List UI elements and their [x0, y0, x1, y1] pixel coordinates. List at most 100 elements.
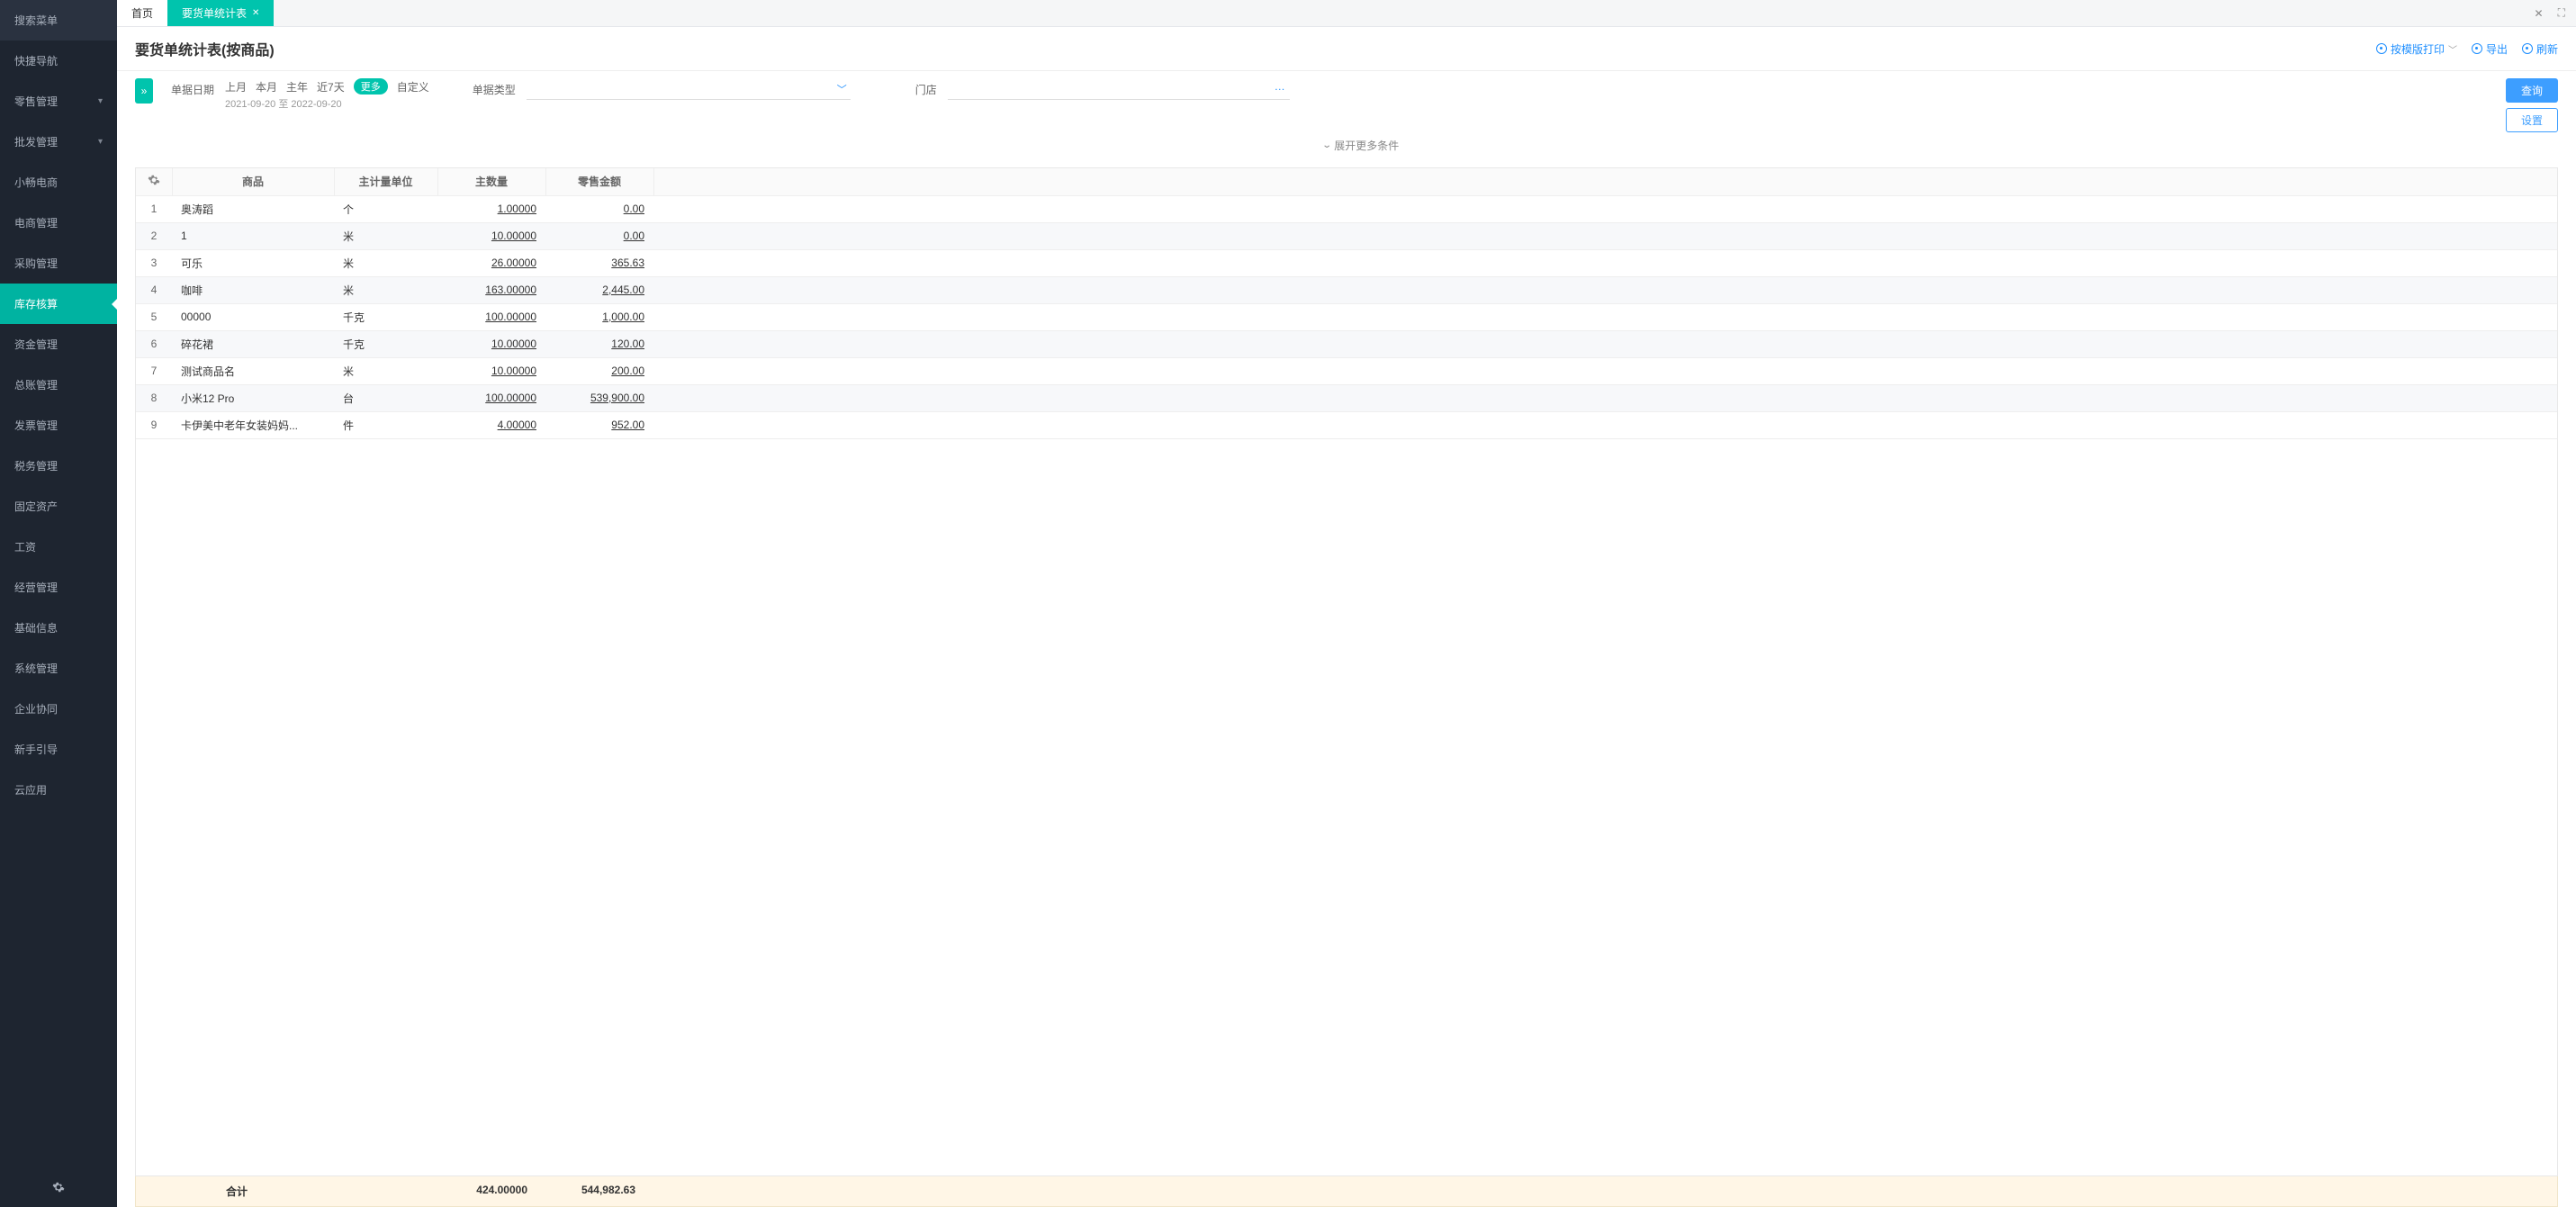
sidebar-item-8[interactable]: 资金管理 — [0, 324, 117, 365]
table-row[interactable]: 9卡伊美中老年女装妈妈...件4.00000952.00 — [136, 411, 2557, 438]
sidebar-item-15[interactable]: 基础信息 — [0, 608, 117, 648]
table-row[interactable]: 1奥涛蹈个1.000000.00 — [136, 195, 2557, 222]
cell-amount[interactable]: 0.00 — [545, 195, 653, 222]
shortcut-custom[interactable]: 自定义 — [397, 79, 429, 95]
cell-qty[interactable]: 10.00000 — [437, 222, 545, 249]
sidebar-item-2[interactable]: 零售管理 ▾ — [0, 81, 117, 122]
sidebar-item-label: 发票管理 — [14, 418, 58, 433]
gear-icon — [52, 1181, 65, 1193]
sidebar-item-19[interactable]: 云应用 — [0, 770, 117, 810]
col-gear[interactable] — [136, 168, 172, 195]
export-button[interactable]: 导出 — [2472, 41, 2508, 57]
tab-home-label: 首页 — [131, 5, 153, 21]
close-icon[interactable]: ✕ — [252, 8, 259, 18]
cell-amount[interactable]: 120.00 — [545, 330, 653, 357]
cell-amount[interactable]: 1,000.00 — [545, 303, 653, 330]
sidebar-item-9[interactable]: 总账管理 — [0, 365, 117, 405]
sidebar-item-label: 云应用 — [14, 782, 47, 797]
sidebar-item-10[interactable]: 发票管理 — [0, 405, 117, 446]
sidebar-item-4[interactable]: 小畅电商 — [0, 162, 117, 203]
cell-index: 5 — [136, 303, 172, 330]
table-row[interactable]: 4咖啡米163.000002,445.00 — [136, 276, 2557, 303]
sidebar-item-label: 采购管理 — [14, 256, 58, 271]
col-product[interactable]: 商品 — [172, 168, 334, 195]
expand-more-filters[interactable]: ⌄ 展开更多条件 — [164, 132, 2558, 158]
sidebar-item-3[interactable]: 批发管理▾ — [0, 122, 117, 162]
sidebar-item-0[interactable]: 搜索菜单 — [0, 0, 117, 41]
tab-active[interactable]: 要货单统计表 ✕ — [167, 0, 274, 26]
cell-qty[interactable]: 26.00000 — [437, 249, 545, 276]
sidebar-item-label: 企业协同 — [14, 701, 58, 716]
sidebar-item-11[interactable]: 税务管理 — [0, 446, 117, 486]
table-row[interactable]: 8小米12 Pro台100.00000539,900.00 — [136, 384, 2557, 411]
table-container: 商品 主计量单位 主数量 零售金额 1奥涛蹈个1.000000.0021米10.… — [117, 158, 2576, 1207]
cell-product: 可乐 — [172, 249, 334, 276]
ellipsis-icon[interactable]: … — [1274, 80, 1286, 93]
totals-label: 合计 — [181, 1184, 325, 1199]
col-amount[interactable]: 零售金额 — [545, 168, 653, 195]
cell-index: 9 — [136, 411, 172, 438]
settings-button[interactable]: 设置 — [2506, 108, 2558, 132]
table-row[interactable]: 3可乐米26.00000365.63 — [136, 249, 2557, 276]
sidebar-item-18[interactable]: 新手引导 — [0, 729, 117, 770]
sidebar-item-1[interactable]: 快捷导航 — [0, 41, 117, 81]
fullscreen-icon[interactable]: ⛶ — [2554, 3, 2569, 23]
tab-close-all-icon[interactable]: ✕ — [2531, 4, 2547, 23]
cell-amount[interactable]: 200.00 — [545, 357, 653, 384]
cell-amount[interactable]: 539,900.00 — [545, 384, 653, 411]
col-unit[interactable]: 主计量单位 — [334, 168, 437, 195]
sidebar-settings[interactable] — [0, 1170, 117, 1207]
shortcut-this-month[interactable]: 本月 — [256, 79, 277, 95]
shortcut-more-badge[interactable]: 更多 — [354, 78, 388, 95]
cell-index: 7 — [136, 357, 172, 384]
cell-amount[interactable]: 0.00 — [545, 222, 653, 249]
print-button[interactable]: 按模版打印 ﹀ — [2376, 41, 2457, 57]
shortcut-last-month[interactable]: 上月 — [225, 79, 247, 95]
sidebar-item-17[interactable]: 企业协同 — [0, 689, 117, 729]
cell-amount[interactable]: 365.63 — [545, 249, 653, 276]
chevron-down-icon: ▾ — [98, 96, 103, 106]
table-row[interactable]: 500000千克100.000001,000.00 — [136, 303, 2557, 330]
cell-qty[interactable]: 4.00000 — [437, 411, 545, 438]
cell-qty[interactable]: 10.00000 — [437, 330, 545, 357]
sidebar-item-14[interactable]: 经营管理 — [0, 567, 117, 608]
cell-index: 4 — [136, 276, 172, 303]
sidebar-item-6[interactable]: 采购管理 — [0, 243, 117, 284]
refresh-button[interactable]: 刷新 — [2522, 41, 2558, 57]
shortcut-this-year[interactable]: 主年 — [286, 79, 308, 95]
sidebar-item-label: 零售管理 — [14, 94, 58, 109]
cell-qty[interactable]: 100.00000 — [437, 384, 545, 411]
shortcut-last7[interactable]: 近7天 — [317, 79, 345, 95]
table-row[interactable]: 21米10.000000.00 — [136, 222, 2557, 249]
sidebar-item-label: 税务管理 — [14, 458, 58, 473]
sidebar-item-13[interactable]: 工资 — [0, 527, 117, 567]
cell-unit: 米 — [334, 249, 437, 276]
table-row[interactable]: 7测试商品名米10.00000200.00 — [136, 357, 2557, 384]
table-row[interactable]: 6碎花裙千克10.00000120.00 — [136, 330, 2557, 357]
cell-amount[interactable]: 2,445.00 — [545, 276, 653, 303]
cell-qty[interactable]: 10.00000 — [437, 357, 545, 384]
filter-date: 单据日期 上月 本月 主年 近7天 更多 自定义 2021-09-20 至 20… — [164, 78, 429, 111]
page-title: 要货单统计表(按商品) — [135, 38, 275, 59]
cell-index: 6 — [136, 330, 172, 357]
doc-type-select[interactable]: ﹀ — [527, 78, 851, 100]
search-button[interactable]: 查询 — [2506, 78, 2558, 103]
collapse-filter-handle[interactable]: » — [135, 78, 153, 104]
cell-unit: 米 — [334, 222, 437, 249]
sidebar-item-label: 资金管理 — [14, 337, 58, 352]
cell-product: 卡伊美中老年女装妈妈... — [172, 411, 334, 438]
sidebar-item-16[interactable]: 系统管理 — [0, 648, 117, 689]
sidebar-item-5[interactable]: 电商管理 — [0, 203, 117, 243]
cell-amount[interactable]: 952.00 — [545, 411, 653, 438]
sidebar-item-7[interactable]: 库存核算 — [0, 284, 117, 324]
col-qty[interactable]: 主数量 — [437, 168, 545, 195]
sidebar-item-12[interactable]: 固定资产 — [0, 486, 117, 527]
cell-qty[interactable]: 163.00000 — [437, 276, 545, 303]
chevron-down-icon: ﹀ — [2448, 42, 2457, 56]
tab-home[interactable]: 首页 — [117, 0, 167, 26]
cell-qty[interactable]: 100.00000 — [437, 303, 545, 330]
sidebar-item-label: 小畅电商 — [14, 175, 58, 190]
data-table: 商品 主计量单位 主数量 零售金额 1奥涛蹈个1.000000.0021米10.… — [136, 168, 2557, 439]
cell-qty[interactable]: 1.00000 — [437, 195, 545, 222]
store-select[interactable]: … — [948, 78, 1290, 100]
